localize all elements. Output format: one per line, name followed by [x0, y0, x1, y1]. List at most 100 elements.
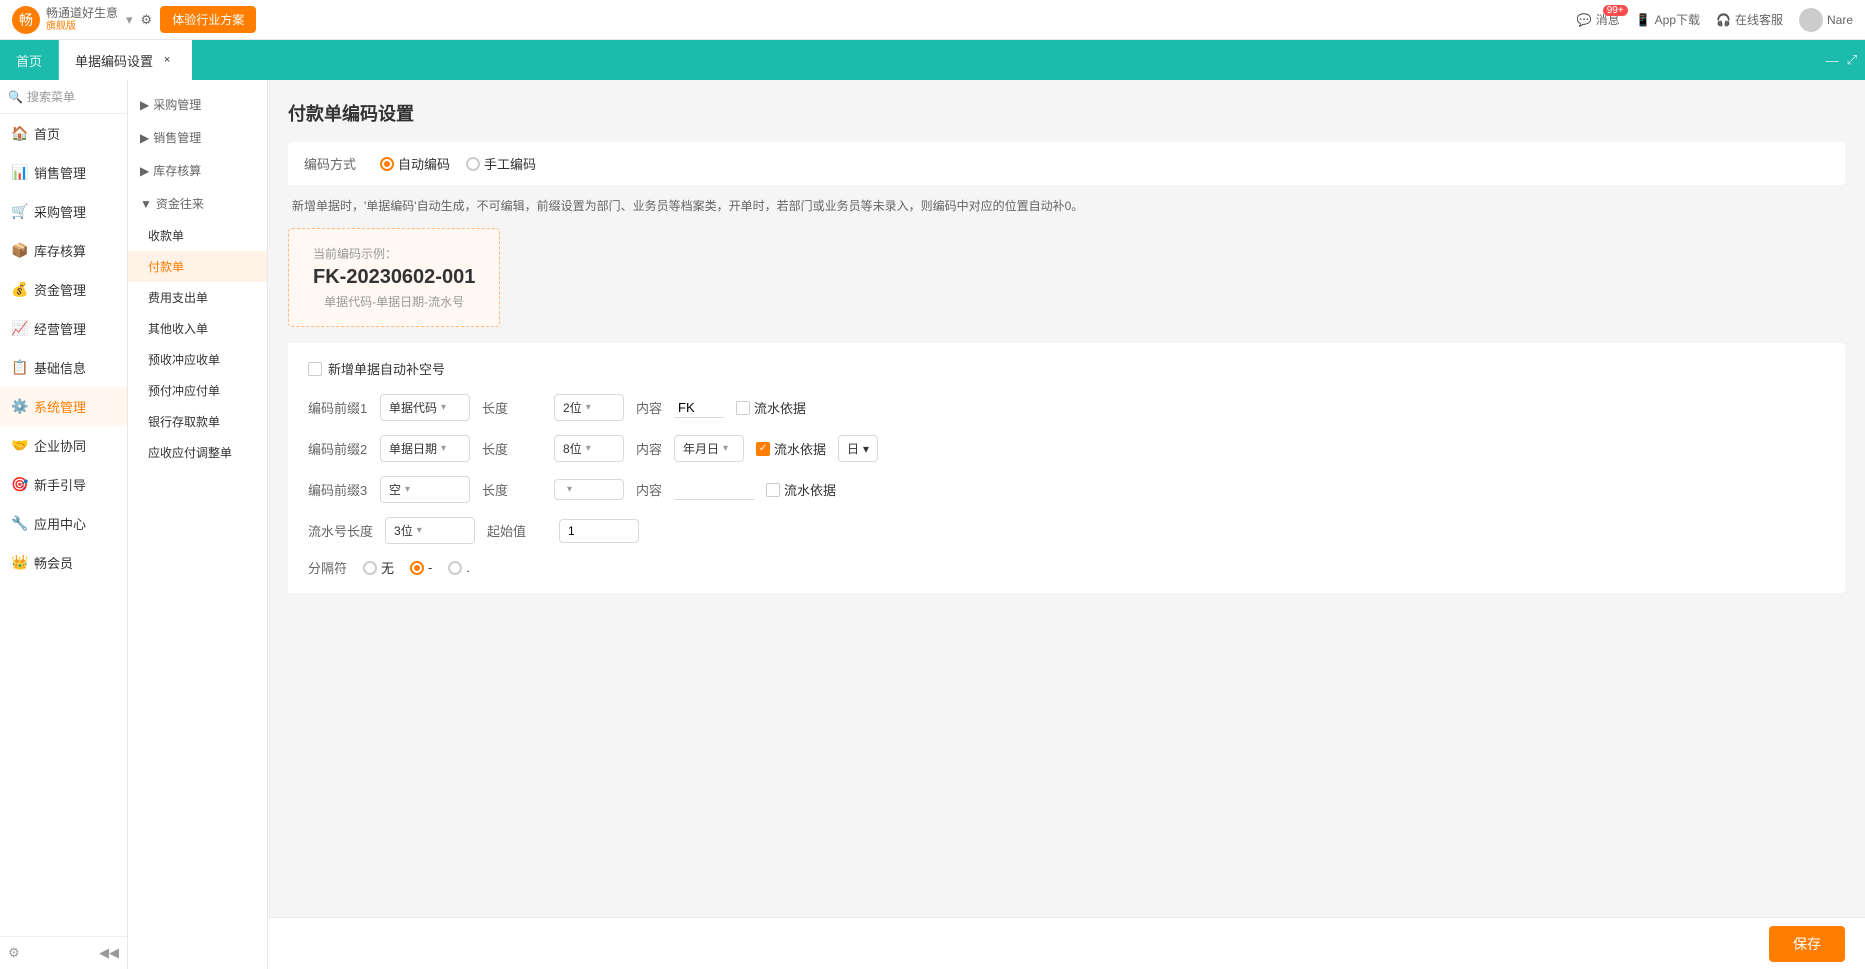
separator-label: 分隔符: [308, 558, 347, 577]
sidebar-item-purchase[interactable]: 🛒 采购管理: [0, 192, 127, 231]
length2-label: 长度: [482, 439, 542, 458]
bottom-bar: 保存: [268, 917, 1865, 969]
serial-length-value: 3位: [394, 522, 413, 539]
separator-none-radio[interactable]: [363, 561, 377, 575]
tab-encoding[interactable]: 单据编码设置 ×: [59, 40, 192, 80]
minimize-icon[interactable]: —: [1826, 53, 1839, 68]
prefix1-select[interactable]: 单据代码 ▾: [380, 394, 470, 421]
download-icon: 📱: [1636, 13, 1651, 27]
sidebar-item-member[interactable]: 👑 畅会员: [0, 543, 127, 582]
settings-bottom-icon[interactable]: ⚙: [8, 945, 20, 961]
radio-group: 自动编码 手工编码: [380, 154, 536, 173]
chevron-down-icon: ▾: [723, 443, 728, 454]
sub-item-adjustment[interactable]: 应收应付调整单: [128, 437, 267, 468]
experience-button[interactable]: 体验行业方案: [160, 6, 256, 33]
guide-icon: 🎯: [12, 477, 28, 493]
tab-bar: 首页 单据编码设置 × — ⤢: [0, 40, 1865, 80]
auto-encode-option[interactable]: 自动编码: [380, 154, 450, 173]
sidebar-item-system[interactable]: ⚙️ 系统管理: [0, 387, 127, 426]
sub-group-sales-label: 销售管理: [153, 129, 201, 146]
separator-dash-radio[interactable]: [410, 561, 424, 575]
sub-item-expense[interactable]: 费用支出单: [128, 282, 267, 313]
auto-fill-row: 新增单据自动补空号: [308, 359, 1825, 378]
settings-icon[interactable]: ⚙: [141, 12, 153, 28]
day-value: 日: [847, 440, 859, 457]
save-button[interactable]: 保存: [1769, 926, 1845, 962]
start-value-label: 起始值: [487, 521, 547, 540]
sidebar-item-guide[interactable]: 🎯 新手引导: [0, 465, 127, 504]
sidebar-item-label: 销售管理: [34, 163, 86, 182]
length3-select[interactable]: ▾: [554, 479, 624, 500]
watermark1-group: 流水依据: [736, 398, 806, 417]
logo: 畅 畅通道好生意 旗舰版: [12, 6, 118, 34]
topbar-left: 畅 畅通道好生意 旗舰版 ▾ ⚙ 体验行业方案: [12, 6, 256, 34]
sidebar-item-label: 基础信息: [34, 358, 86, 377]
separator-none-option[interactable]: 无: [363, 558, 394, 577]
sidebar-item-home[interactable]: 🏠 首页: [0, 114, 127, 153]
sub-item-receipt[interactable]: 收款单: [128, 220, 267, 251]
chevron-down-icon: ▾: [567, 484, 572, 495]
sub-group-inventory-title[interactable]: ▶ 库存核算: [128, 154, 267, 187]
app-download[interactable]: 📱 App下载: [1636, 11, 1700, 28]
chevron-right-icon: ▶: [140, 98, 149, 112]
sidebar-search[interactable]: 🔍 搜索菜单: [0, 80, 127, 114]
message-badge[interactable]: 💬 消息 99+: [1577, 11, 1620, 28]
serial-length-select[interactable]: 3位 ▾: [385, 517, 475, 544]
watermark1-checkbox[interactable]: [736, 401, 750, 415]
sub-group-sales-title[interactable]: ▶ 销售管理: [128, 121, 267, 154]
separator-dot-radio[interactable]: [448, 561, 462, 575]
sub-group-purchase-title[interactable]: ▶ 采购管理: [128, 88, 267, 121]
sidebar-item-sales[interactable]: 📊 销售管理: [0, 153, 127, 192]
length1-select[interactable]: 2位 ▾: [554, 394, 624, 421]
content3-input[interactable]: [674, 480, 754, 500]
sub-item-other-income[interactable]: 其他收入单: [128, 313, 267, 344]
collapse-icon[interactable]: ◀◀: [99, 945, 119, 961]
online-service[interactable]: 🎧 在线客服: [1716, 11, 1783, 28]
sidebar-item-finance[interactable]: 💰 资金管理: [0, 270, 127, 309]
sub-item-bank[interactable]: 银行存取款单: [128, 406, 267, 437]
sub-item-prepay-offset[interactable]: 预付冲应付单: [128, 375, 267, 406]
sidebar-item-basic[interactable]: 📋 基础信息: [0, 348, 127, 387]
length1-value: 2位: [563, 399, 582, 416]
content2-select[interactable]: 年月日 ▾: [674, 435, 744, 462]
prefix3-select[interactable]: 空 ▾: [380, 476, 470, 503]
tab-close-icon[interactable]: ×: [159, 52, 175, 68]
sub-group-purchase-label: 采购管理: [153, 96, 201, 113]
separator-dash-option[interactable]: -: [410, 560, 432, 575]
main-layout: 🔍 搜索菜单 🏠 首页 📊 销售管理 🛒 采购管理 📦 库存核算 💰: [0, 80, 1865, 969]
day-select[interactable]: 日 ▾: [838, 435, 878, 462]
start-value-input[interactable]: [559, 519, 639, 543]
sidebar-item-operations[interactable]: 📈 经营管理: [0, 309, 127, 348]
auto-fill-checkbox[interactable]: [308, 362, 322, 376]
sub-item-payment[interactable]: 付款单: [128, 251, 267, 282]
sub-item-prepaid-offset[interactable]: 预收冲应收单: [128, 344, 267, 375]
sub-group-inventory-label: 库存核算: [153, 162, 201, 179]
prefix2-select[interactable]: 单据日期 ▾: [380, 435, 470, 462]
chevron-down-icon: ▾: [405, 484, 410, 495]
tab-bar-right: — ⤢: [1818, 40, 1865, 80]
inventory-icon: 📦: [12, 243, 28, 259]
sub-group-finance-title[interactable]: ▼ 资金往来: [128, 187, 267, 220]
prefix2-value: 单据日期: [389, 440, 437, 457]
content1-input[interactable]: [674, 398, 724, 418]
separator-dot-option[interactable]: .: [448, 560, 470, 575]
watermark3-checkbox[interactable]: [766, 483, 780, 497]
chevron-down-icon[interactable]: ▾: [126, 12, 133, 28]
hint-text: 新增单据时，'单据编码'自动生成，不可编辑，前缀设置为部门、业务员等档案类，开单…: [288, 197, 1845, 216]
auto-encode-radio[interactable]: [380, 157, 394, 171]
prefix1-row: 编码前缀1 单据代码 ▾ 长度 2位 ▾ 内容: [308, 394, 1825, 421]
manual-encode-radio[interactable]: [466, 157, 480, 171]
length2-select[interactable]: 8位 ▾: [554, 435, 624, 462]
topbar: 畅 畅通道好生意 旗舰版 ▾ ⚙ 体验行业方案 💬 消息 99+ 📱 App下载…: [0, 0, 1865, 40]
watermark2-checkbox[interactable]: ✓: [756, 442, 770, 456]
user-info[interactable]: Nare: [1799, 8, 1853, 32]
tab-home[interactable]: 首页: [0, 40, 59, 80]
sidebar-item-apps[interactable]: 🔧 应用中心: [0, 504, 127, 543]
content2-label: 内容: [636, 439, 662, 458]
manual-encode-option[interactable]: 手工编码: [466, 154, 536, 173]
expand-icon[interactable]: ⤢: [1847, 52, 1857, 68]
sidebar-item-inventory[interactable]: 📦 库存核算: [0, 231, 127, 270]
message-icon: 💬: [1577, 13, 1592, 27]
sidebar-item-cooperation[interactable]: 🤝 企业协同: [0, 426, 127, 465]
sub-group-inventory: ▶ 库存核算: [128, 154, 267, 187]
